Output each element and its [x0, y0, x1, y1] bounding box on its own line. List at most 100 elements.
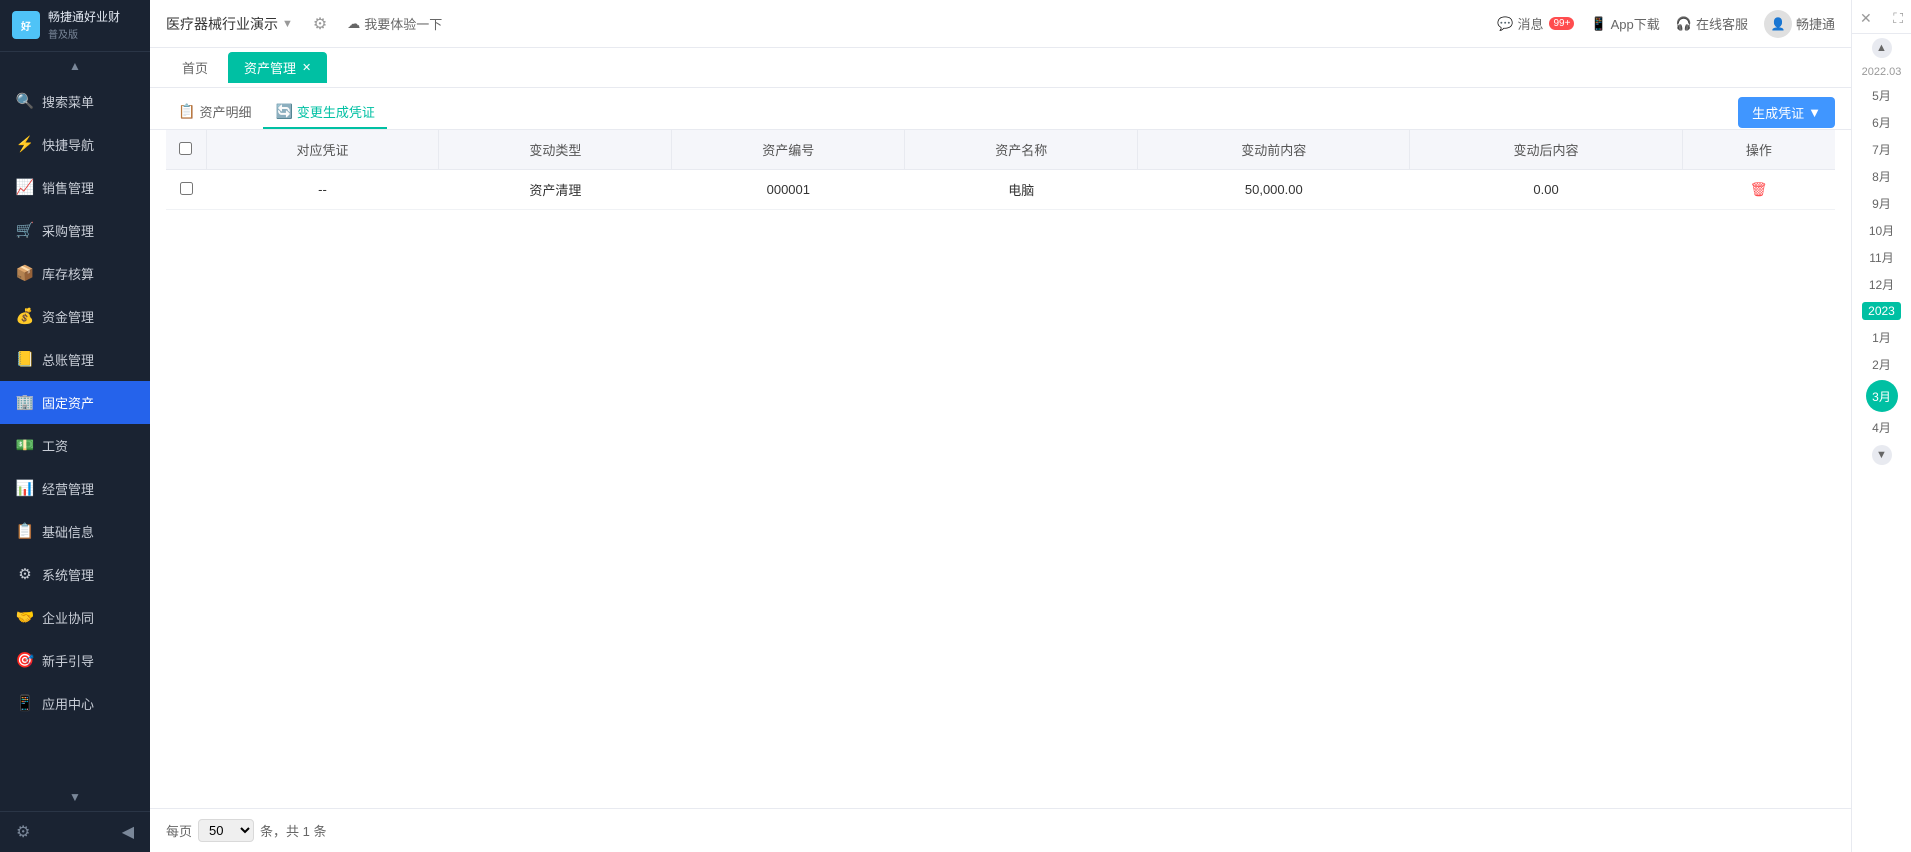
right-panel-expand-button[interactable]: ⛶	[1893, 10, 1903, 27]
notification-button[interactable]: 💬 消息 99+	[1497, 14, 1574, 33]
ledger-icon: 📒	[16, 350, 34, 368]
inventory-icon: 📦	[16, 264, 34, 282]
sidebar-item-label-app-center: 应用中心	[42, 694, 94, 713]
app-download-button[interactable]: 📱 App下载	[1590, 14, 1659, 33]
right-panel-close-button[interactable]: ✕	[1860, 10, 1872, 27]
sidebar-item-funds[interactable]: 💰 资金管理	[0, 295, 150, 338]
sub-tab-bar: 📋 资产明细 🔄 变更生成凭证 生成凭证 ▼	[150, 88, 1851, 130]
generate-dropdown-icon: ▼	[1808, 105, 1821, 120]
sub-tab-icon-1: 🔄	[275, 103, 292, 120]
company-name: 医疗器械行业演示	[166, 14, 278, 34]
sub-tab-label-1: 变更生成凭证	[297, 102, 375, 121]
generate-voucher-button[interactable]: 生成凭证 ▼	[1738, 97, 1835, 128]
sales-icon: 📈	[16, 178, 34, 196]
sidebar-scroll-down[interactable]: ▼	[0, 786, 150, 808]
per-page-select[interactable]: 102050100	[198, 819, 254, 842]
sidebar-item-label-funds: 资金管理	[42, 307, 94, 326]
collapse-icon[interactable]: ◀	[122, 822, 134, 842]
fixed-assets-icon: 🏢	[16, 393, 34, 411]
year-2023-tag[interactable]: 2023	[1862, 302, 1901, 320]
month-10月[interactable]: 10月	[1852, 217, 1911, 244]
sidebar-scroll-up[interactable]: ▲	[0, 55, 150, 77]
delete-button[interactable]: 🗑	[1750, 181, 1768, 197]
month-2023-4月[interactable]: 4月	[1852, 414, 1911, 441]
sidebar-item-system[interactable]: ⚙ 系统管理	[0, 553, 150, 596]
sidebar-item-quick-nav[interactable]: ⚡ 快捷导航	[0, 123, 150, 166]
sidebar-item-label-fixed-assets: 固定资产	[42, 393, 94, 412]
total-text: 条，共 1 条	[260, 821, 326, 840]
sidebar-item-guide[interactable]: 🎯 新手引导	[0, 639, 150, 682]
timeline-down-arrow[interactable]: ▼	[1872, 445, 1892, 465]
month-2023-1月[interactable]: 1月	[1852, 324, 1911, 351]
customer-service-label: 在线客服	[1696, 14, 1748, 33]
sidebar-item-salary[interactable]: 💵 工资	[0, 424, 150, 467]
sidebar-item-label-operations: 经营管理	[42, 479, 94, 498]
after-content-cell: 0.00	[1410, 170, 1682, 210]
sidebar-item-ledger[interactable]: 📒 总账管理	[0, 338, 150, 381]
operations-icon: 📊	[16, 479, 34, 497]
app-download-icon: 📱	[1590, 16, 1606, 32]
tab-close-1[interactable]: ✕	[302, 61, 311, 74]
change-type-cell: 资产清理	[439, 170, 672, 210]
sidebar-item-cooperation[interactable]: 🤝 企业协同	[0, 596, 150, 639]
month-6月[interactable]: 6月	[1852, 109, 1911, 136]
tab-资产管理[interactable]: 资产管理 ✕	[228, 52, 327, 83]
company-selector[interactable]: 医疗器械行业演示 ▼	[166, 14, 293, 34]
tab-bar: 首页 资产管理 ✕	[150, 48, 1851, 88]
sub-tab-1[interactable]: 🔄 变更生成凭证	[263, 96, 386, 129]
sidebar-item-operations[interactable]: 📊 经营管理	[0, 467, 150, 510]
timeline-up-arrow[interactable]: ▲	[1872, 38, 1892, 58]
table-row: --资产清理000001电脑50,000.000.00🗑	[166, 170, 1835, 210]
customer-service-button[interactable]: 🎧 在线客服	[1676, 14, 1748, 33]
sidebar-item-basic-info[interactable]: 📋 基础信息	[0, 510, 150, 553]
table-column-4: 变动前内容	[1138, 130, 1410, 170]
sidebar-item-label-basic-info: 基础信息	[42, 522, 94, 541]
sidebar-menu: 🔍 搜索菜单 ⚡ 快捷导航 📈 销售管理 🛒 采购管理 📦 库存核算 💰 资金管…	[0, 80, 150, 783]
month-5月[interactable]: 5月	[1852, 82, 1911, 109]
header-left: 医疗器械行业演示 ▼ ⚙ ☁ 我要体验一下	[166, 14, 1497, 34]
tab-label-1: 资产管理	[244, 58, 296, 77]
month-12月[interactable]: 12月	[1852, 271, 1911, 298]
app-name: 畅捷通好业财	[48, 10, 120, 26]
sidebar-item-sales[interactable]: 📈 销售管理	[0, 166, 150, 209]
header-settings-icon[interactable]: ⚙	[313, 14, 327, 34]
sidebar-item-app-center[interactable]: 📱 应用中心	[0, 682, 150, 725]
table-column-1: 变动类型	[439, 130, 672, 170]
row-select-checkbox[interactable]	[180, 182, 193, 195]
sidebar-item-fixed-assets[interactable]: 🏢 固定资产	[0, 381, 150, 424]
action-cell: 🗑	[1682, 170, 1835, 210]
sub-tab-0[interactable]: 📋 资产明细	[166, 96, 263, 129]
sidebar-item-label-inventory: 库存核算	[42, 264, 94, 283]
year-timeline: ▲2022.035月6月7月8月9月10月11月12月20231月2月3月4月▼	[1852, 34, 1911, 852]
notification-label: 消息	[1517, 14, 1543, 33]
funds-icon: 💰	[16, 307, 34, 325]
user-profile[interactable]: 👤 畅捷通	[1764, 10, 1835, 38]
notification-badge: 99+	[1549, 17, 1574, 30]
feedback-icon: ☁	[347, 16, 360, 32]
app-download-label: App下载	[1611, 14, 1660, 33]
tab-首页[interactable]: 首页	[166, 52, 224, 83]
sidebar-item-label-salary: 工资	[42, 436, 68, 455]
sidebar: 好 畅捷通好业财 普及版 ▲ 🔍 搜索菜单 ⚡ 快捷导航 📈 销售管理 🛒 采购…	[0, 0, 150, 852]
notification-icon: 💬	[1497, 16, 1513, 32]
select-all-checkbox[interactable]	[179, 142, 192, 155]
month-7月[interactable]: 7月	[1852, 136, 1911, 163]
month-2023-3月[interactable]: 3月	[1866, 380, 1898, 412]
sidebar-item-search[interactable]: 🔍 搜索菜单	[0, 80, 150, 123]
feedback-button[interactable]: ☁ 我要体验一下	[347, 14, 442, 33]
salary-icon: 💵	[16, 436, 34, 454]
assets-table: 对应凭证变动类型资产编号资产名称变动前内容变动后内容操作 --资产清理00000…	[166, 130, 1835, 210]
generate-label: 生成凭证	[1752, 103, 1804, 122]
sidebar-item-purchase[interactable]: 🛒 采购管理	[0, 209, 150, 252]
avatar: 👤	[1764, 10, 1792, 38]
month-2023-2月[interactable]: 2月	[1852, 351, 1911, 378]
month-9月[interactable]: 9月	[1852, 190, 1911, 217]
cooperation-icon: 🤝	[16, 608, 34, 626]
sidebar-item-inventory[interactable]: 📦 库存核算	[0, 252, 150, 295]
settings-icon[interactable]: ⚙	[16, 822, 30, 842]
sub-tab-icon-0: 📋	[178, 103, 195, 120]
sidebar-item-label-sales: 销售管理	[42, 178, 94, 197]
month-8月[interactable]: 8月	[1852, 163, 1911, 190]
month-11月[interactable]: 11月	[1852, 244, 1911, 271]
sidebar-footer: ⚙ ◀	[0, 811, 150, 852]
